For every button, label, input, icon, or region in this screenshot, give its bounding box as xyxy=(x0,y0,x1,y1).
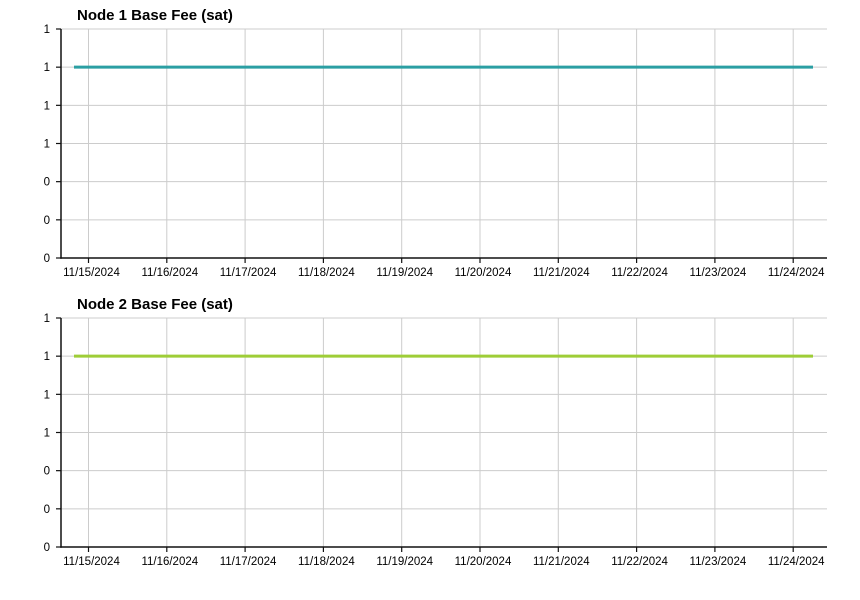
chart-node1-base-fee: Node 1 Base Fee (sat) 1 1 1 1 0 0 0 11/15/2024 1… xyxy=(0,0,860,300)
y-tick-label: 0 xyxy=(44,466,50,478)
x-tick-label: 11/22/2024 xyxy=(611,556,668,568)
y-tick-label: 0 xyxy=(44,177,50,189)
x-tick-label: 11/16/2024 xyxy=(141,267,198,279)
y-tick-label: 0 xyxy=(44,504,50,516)
y-tick-label: 1 xyxy=(44,389,50,401)
x-tick-label: 11/24/2024 xyxy=(768,556,825,568)
x-tick-label: 11/19/2024 xyxy=(376,267,433,279)
y-tick-label: 1 xyxy=(44,24,50,36)
y-tick-label: 0 xyxy=(44,215,50,227)
x-tick-label: 11/15/2024 xyxy=(63,267,120,279)
x-tick-label: 11/21/2024 xyxy=(533,267,590,279)
x-tick-label: 11/18/2024 xyxy=(298,556,355,568)
x-tick-label: 11/20/2024 xyxy=(455,556,512,568)
x-tick-label: 11/22/2024 xyxy=(611,267,668,279)
y-tick-label: 1 xyxy=(44,428,50,440)
x-tick-label: 11/24/2024 xyxy=(768,267,825,279)
x-tick-label: 11/23/2024 xyxy=(690,267,747,279)
x-tick-label: 11/17/2024 xyxy=(220,267,277,279)
x-tick-label: 11/17/2024 xyxy=(220,556,277,568)
x-tick-label: 11/18/2024 xyxy=(298,267,355,279)
chart-node2-base-fee: Node 2 Base Fee (sat) 1 1 1 1 0 0 0 11/15/2024 1… xyxy=(0,289,860,589)
x-tick-label: 11/19/2024 xyxy=(376,556,433,568)
y-tick-label: 1 xyxy=(44,351,50,363)
x-tick-label: 11/21/2024 xyxy=(533,556,590,568)
y-tick-label: 0 xyxy=(44,253,50,265)
x-tick-label: 11/16/2024 xyxy=(141,556,198,568)
y-tick-label: 1 xyxy=(44,313,50,325)
x-tick-label: 11/20/2024 xyxy=(455,267,512,279)
y-tick-label: 1 xyxy=(44,62,50,74)
x-tick-label: 11/23/2024 xyxy=(690,556,747,568)
y-tick-label: 1 xyxy=(44,100,50,112)
y-tick-label: 1 xyxy=(44,139,50,151)
x-tick-label: 11/15/2024 xyxy=(63,556,120,568)
plot-area: 1 1 1 1 0 0 0 11/15/2024 11/16/2024 11/17/2024 11/… xyxy=(44,313,827,568)
plot-area: 1 1 1 1 0 0 0 11/15/2024 11/16/2024 11/17/2024 11/… xyxy=(44,24,827,279)
y-tick-label: 0 xyxy=(44,542,50,554)
